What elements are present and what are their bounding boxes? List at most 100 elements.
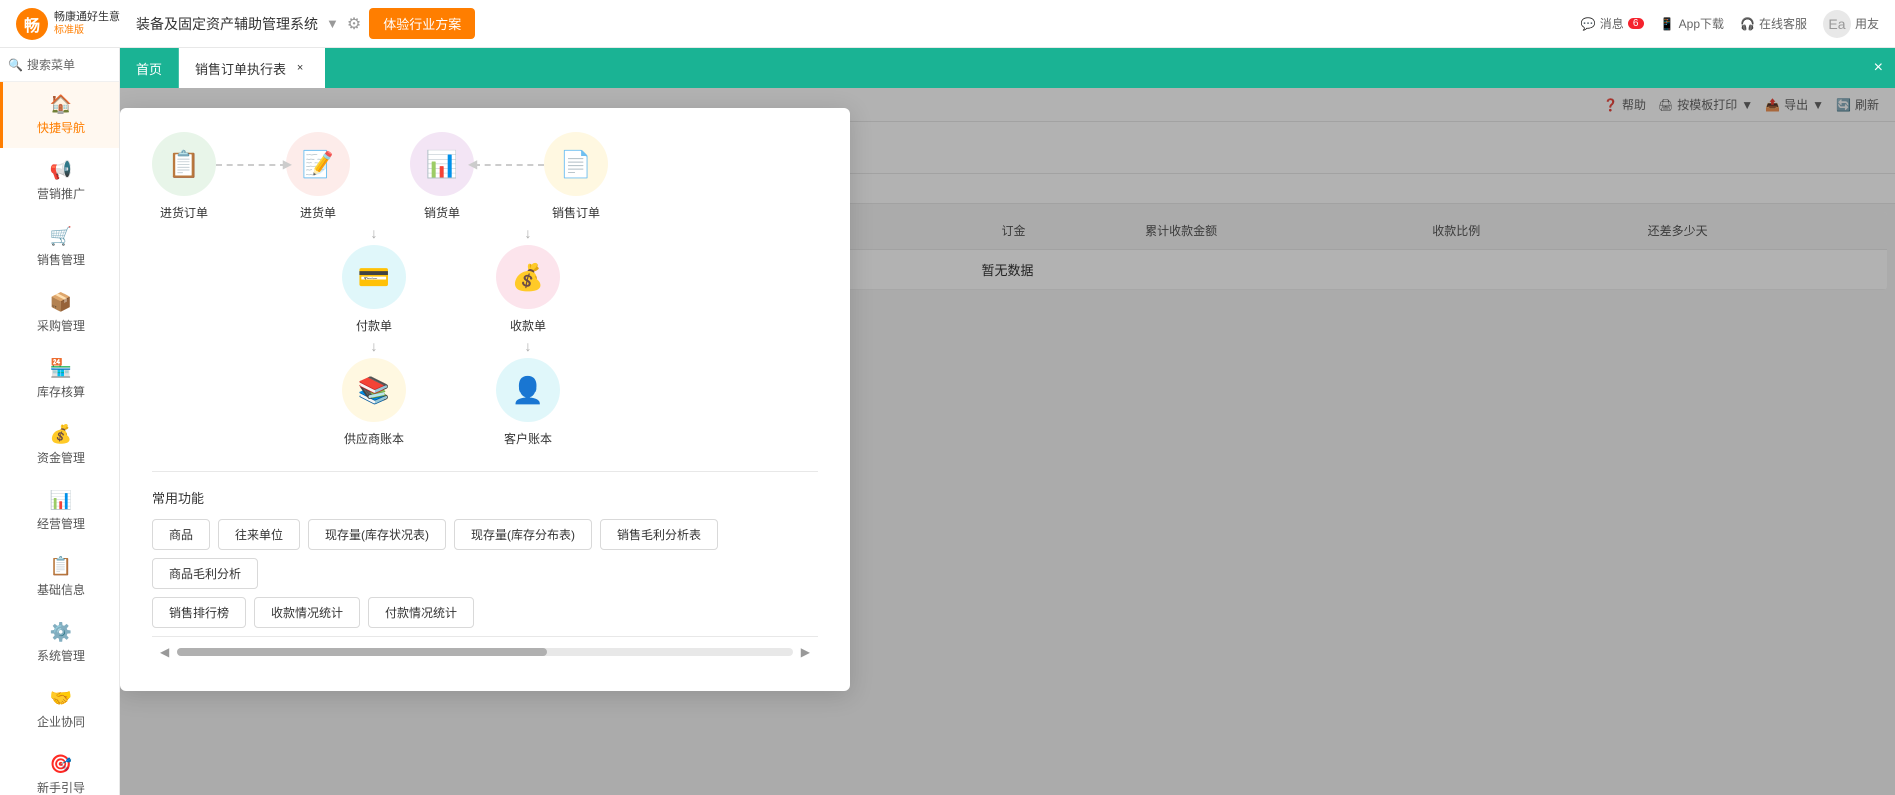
flow-label-customer-account: 客户账本: [504, 430, 552, 447]
flow-section: 📋 进货订单 ▶: [152, 132, 818, 447]
flow-label-purchase-bill: 进货单: [300, 204, 336, 221]
flow-label-payment: 付款单: [356, 317, 392, 334]
flow-circle-sales-bill: 📊: [410, 132, 474, 196]
flow-label-supplier-account: 供应商账本: [344, 430, 404, 447]
header-right: 💬 消息 6 📱 App下载 🎧 在线客服 Ea 用友: [1581, 10, 1879, 38]
sidebar-item-quick-nav[interactable]: 🏠 快捷导航: [0, 82, 119, 148]
flow-circle-purchase-bill: 📝: [286, 132, 350, 196]
scroll-track[interactable]: [177, 648, 793, 656]
system-icon: ⚙️: [50, 622, 72, 643]
common-buttons-row1: 商品 往来单位 现存量(库存状况表) 现存量(库存分布表) 销售毛利分析表 商品…: [152, 519, 818, 589]
sidebar-item-enterprise[interactable]: 🤝 企业协同: [0, 676, 119, 742]
flow-label-purchase-order: 进货订单: [160, 204, 208, 221]
flow-circle-supplier: 📚: [342, 358, 406, 422]
common-btn-receipt-stats[interactable]: 收款情况统计: [254, 597, 360, 628]
flow-item-purchase-bill[interactable]: 📝 进货单: [286, 132, 350, 221]
flow-circle-sales-order: 📄: [544, 132, 608, 196]
flow-item-receipt[interactable]: 💰 收款单: [496, 245, 560, 334]
sidebar-item-sales[interactable]: 🛒 销售管理: [0, 214, 119, 280]
enterprise-icon: 🤝: [50, 688, 72, 709]
sidebar-item-guide[interactable]: 🎯 新手引导: [0, 742, 119, 795]
message-badge: 6: [1628, 18, 1644, 29]
avatar: Ea: [1823, 10, 1851, 38]
flow-label-sales-bill: 销货单: [424, 204, 460, 221]
common-btn-payment-stats[interactable]: 付款情况统计: [368, 597, 474, 628]
message-btn[interactable]: 💬 消息 6: [1581, 15, 1644, 32]
online-service-btn[interactable]: 🎧 在线客服: [1740, 15, 1807, 32]
flow-item-payment[interactable]: 💳 付款单: [342, 245, 406, 334]
tab-close-btn[interactable]: ×: [292, 60, 308, 76]
inventory-icon: 🏪: [50, 358, 72, 379]
common-btn-sales-profit[interactable]: 销售毛利分析表: [600, 519, 718, 550]
scroll-bar-area: ◀ ▶: [152, 636, 818, 667]
common-btn-sales-rank[interactable]: 销售排行榜: [152, 597, 246, 628]
flow-label-sales-order: 销售订单: [552, 204, 600, 221]
flow-item-sales-order[interactable]: 📄 销售订单: [544, 132, 608, 221]
arrow-down-supplier: ↓: [371, 334, 378, 358]
logo-icon: 畅: [16, 8, 48, 40]
flow-item-sales-bill[interactable]: 📊 销货单: [410, 132, 474, 221]
common-functions-title: 常用功能: [152, 488, 818, 507]
sidebar-search[interactable]: 🔍 搜索菜单: [0, 48, 119, 82]
user-area[interactable]: Ea 用友: [1823, 10, 1879, 38]
flow-circle-payment: 💳: [342, 245, 406, 309]
flow-item-supplier-account[interactable]: 📚 供应商账本: [342, 358, 406, 447]
tab-sales-order[interactable]: 销售订单执行表 ×: [179, 48, 325, 88]
logo-area: 畅 畅康通好生意 标准版: [16, 8, 136, 40]
flow-circle-customer: 👤: [496, 358, 560, 422]
arrow-down-payment: ↓: [371, 221, 378, 245]
tab-home[interactable]: 首页: [120, 48, 179, 88]
common-buttons-row2: 销售排行榜 收款情况统计 付款情况统计: [152, 597, 818, 628]
top-header: 畅 畅康通好生意 标准版 装备及固定资产辅助管理系统 ▼ ⚙ 体验行业方案 💬 …: [0, 0, 1895, 48]
scroll-left-btn[interactable]: ◀: [160, 645, 169, 659]
message-icon: 💬: [1581, 17, 1596, 31]
purchase-icon: 📦: [50, 292, 72, 313]
download-icon: 📱: [1660, 17, 1675, 31]
guide-icon: 🎯: [50, 754, 72, 775]
common-btn-related-unit[interactable]: 往来单位: [218, 519, 300, 550]
logo-text: 畅康通好生意 标准版: [54, 10, 120, 37]
marketing-icon: 📢: [50, 160, 72, 181]
modal-box: 📋 进货订单 ▶: [120, 108, 850, 691]
search-icon: 🔍: [8, 58, 23, 72]
sidebar-item-basic-info[interactable]: 📋 基础信息: [0, 544, 119, 610]
dropdown-icon[interactable]: ▼: [326, 16, 339, 31]
tab-bar: 首页 销售订单执行表 × ×: [120, 48, 1895, 88]
operation-icon: 📊: [50, 490, 72, 511]
modal-overlay[interactable]: 📋 进货订单 ▶: [120, 88, 1895, 795]
flow-item-purchase-order[interactable]: 📋 进货订单: [152, 132, 216, 221]
common-btn-product[interactable]: 商品: [152, 519, 210, 550]
experience-btn[interactable]: 体验行业方案: [369, 8, 475, 39]
common-btn-product-profit[interactable]: 商品毛利分析: [152, 558, 258, 589]
system-name: 装备及固定资产辅助管理系统: [136, 14, 318, 34]
common-btn-inventory-dist[interactable]: 现存量(库存分布表): [454, 519, 592, 550]
sidebar-item-system[interactable]: ⚙️ 系统管理: [0, 610, 119, 676]
arrow-down-receipt: ↓: [525, 221, 532, 245]
main-layout: 🔍 搜索菜单 🏠 快捷导航 📢 营销推广 🛒 销售管理 📦 采购管理 🏪 库存核…: [0, 48, 1895, 795]
page-content: ❓ 帮助 🖨 按模板打印 ▼ 📤 导出 ▼ 🔄 刷新: [120, 88, 1895, 795]
header-system-title: 装备及固定资产辅助管理系统 ▼ ⚙ 体验行业方案: [136, 8, 1581, 39]
flow-item-customer-account[interactable]: 👤 客户账本: [496, 358, 560, 447]
sidebar-item-operation[interactable]: 📊 经营管理: [0, 478, 119, 544]
sidebar-item-marketing[interactable]: 📢 营销推广: [0, 148, 119, 214]
sidebar-item-inventory[interactable]: 🏪 库存核算: [0, 346, 119, 412]
quick-nav-icon: 🏠: [50, 94, 72, 115]
arrow-down-customer: ↓: [525, 334, 532, 358]
sales-icon: 🛒: [50, 226, 72, 247]
common-btn-inventory-status[interactable]: 现存量(库存状况表): [308, 519, 446, 550]
sidebar: 🔍 搜索菜单 🏠 快捷导航 📢 营销推广 🛒 销售管理 📦 采购管理 🏪 库存核…: [0, 48, 120, 795]
content-area: 首页 销售订单执行表 × × ❓ 帮助 🖨 按模板打印 ▼: [120, 48, 1895, 795]
common-section: 常用功能 商品 往来单位 现存量(库存状况表) 现存量(库存分布表) 销售毛利分…: [152, 471, 818, 628]
flow-circle-receipt: 💰: [496, 245, 560, 309]
tab-bar-close-btn[interactable]: ×: [1862, 59, 1895, 77]
app-download-btn[interactable]: 📱 App下载: [1660, 15, 1724, 32]
basic-info-icon: 📋: [50, 556, 72, 577]
finance-icon: 💰: [50, 424, 72, 445]
sidebar-item-purchase[interactable]: 📦 采购管理: [0, 280, 119, 346]
scroll-right-btn[interactable]: ▶: [801, 645, 810, 659]
settings-icon[interactable]: ⚙: [347, 14, 361, 34]
service-icon: 🎧: [1740, 17, 1755, 31]
flow-circle-purchase-order: 📋: [152, 132, 216, 196]
sidebar-item-finance[interactable]: 💰 资金管理: [0, 412, 119, 478]
modal-body: 📋 进货订单 ▶: [120, 108, 850, 691]
